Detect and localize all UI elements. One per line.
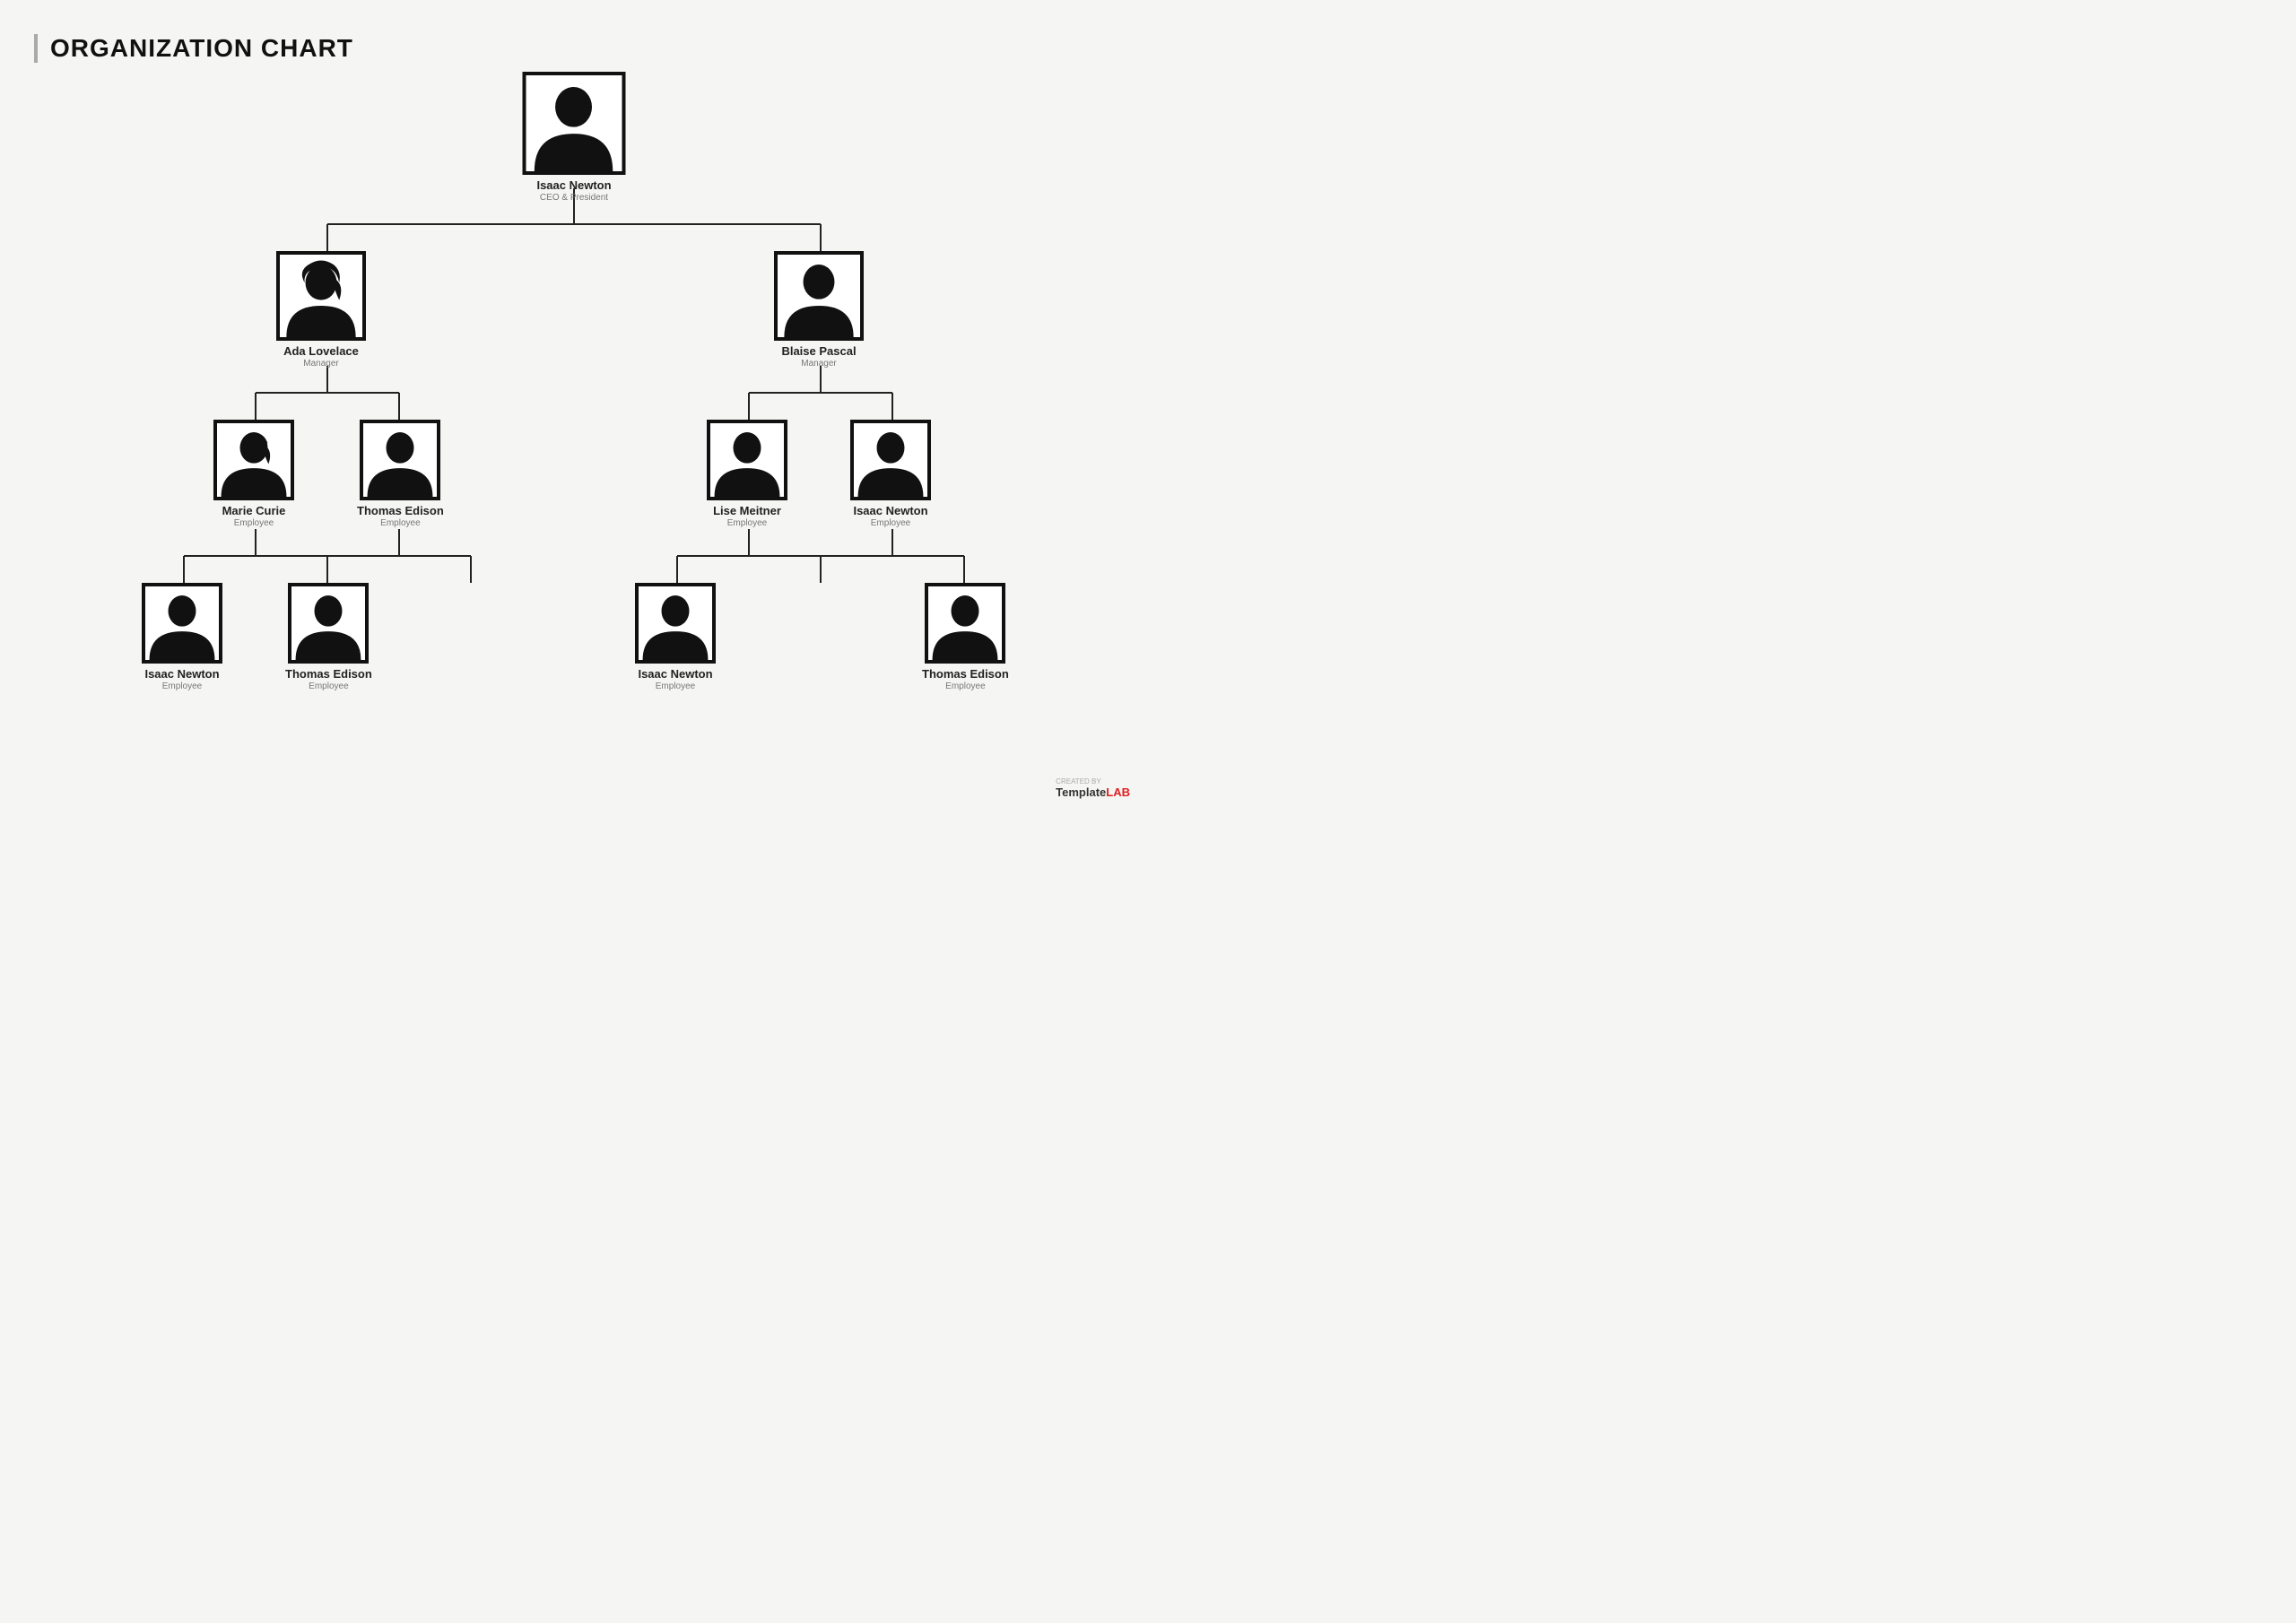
- emp3-name: Lise Meitner: [713, 504, 781, 518]
- emp8-node: Thomas Edison Employee: [922, 583, 1009, 691]
- watermark: CREATED BY TemplateLAB: [1056, 777, 1130, 799]
- emp4-silhouette: [854, 423, 927, 497]
- manager1-silhouette: [280, 255, 362, 337]
- emp2-photo: [360, 420, 440, 500]
- manager1-node: Ada Lovelace Manager: [276, 251, 366, 369]
- emp6-photo: [288, 583, 369, 664]
- emp3-title: Employee: [727, 518, 767, 528]
- emp8-name: Thomas Edison: [922, 667, 1009, 681]
- emp1-title: Employee: [234, 518, 274, 528]
- emp2-silhouette: [363, 423, 437, 497]
- emp1-silhouette: [217, 423, 291, 497]
- emp8-photo: [925, 583, 1005, 664]
- watermark-created-label: CREATED BY: [1056, 777, 1130, 785]
- emp6-name: Thomas Edison: [285, 667, 372, 681]
- emp5-name: Isaac Newton: [144, 667, 219, 681]
- emp4-title: Employee: [871, 518, 910, 528]
- emp7-photo: [635, 583, 716, 664]
- emp3-node: Lise Meitner Employee: [707, 420, 787, 528]
- emp5-node: Isaac Newton Employee: [142, 583, 222, 691]
- manager2-name: Blaise Pascal: [781, 344, 856, 359]
- emp2-node: Thomas Edison Employee: [357, 420, 444, 528]
- emp6-silhouette: [291, 586, 365, 660]
- manager1-title: Manager: [303, 359, 338, 369]
- watermark-lab-label: LAB: [1106, 785, 1130, 799]
- emp2-title: Employee: [380, 518, 420, 528]
- ceo-node: Isaac Newton CEO & President: [523, 72, 626, 203]
- emp3-photo: [707, 420, 787, 500]
- ceo-silhouette: [526, 75, 622, 171]
- ceo-photo: [523, 72, 626, 175]
- emp8-silhouette: [928, 586, 1002, 660]
- ceo-name: Isaac Newton: [536, 178, 611, 193]
- emp7-node: Isaac Newton Employee: [635, 583, 716, 691]
- emp4-name: Isaac Newton: [853, 504, 927, 518]
- manager1-name: Ada Lovelace: [283, 344, 359, 359]
- manager2-silhouette: [778, 255, 860, 337]
- emp4-photo: [850, 420, 931, 500]
- emp1-name: Marie Curie: [222, 504, 286, 518]
- emp3-silhouette: [710, 423, 784, 497]
- emp6-title: Employee: [309, 681, 348, 691]
- emp7-silhouette: [639, 586, 712, 660]
- emp1-node: Marie Curie Employee: [213, 420, 294, 528]
- manager2-node: Blaise Pascal Manager: [774, 251, 864, 369]
- manager2-title: Manager: [801, 359, 836, 369]
- emp1-photo: [213, 420, 294, 500]
- ceo-title: CEO & President: [540, 193, 608, 203]
- emp2-name: Thomas Edison: [357, 504, 444, 518]
- emp8-title: Employee: [945, 681, 985, 691]
- emp4-node: Isaac Newton Employee: [850, 420, 931, 528]
- emp7-title: Employee: [656, 681, 695, 691]
- page-title: ORGANIZATION CHART: [34, 34, 353, 63]
- watermark-template-label: Template: [1056, 785, 1106, 799]
- emp7-name: Isaac Newton: [638, 667, 712, 681]
- manager2-photo: [774, 251, 864, 341]
- manager1-photo: [276, 251, 366, 341]
- emp5-title: Employee: [162, 681, 202, 691]
- emp5-photo: [142, 583, 222, 664]
- emp6-node: Thomas Edison Employee: [285, 583, 372, 691]
- ceo-card: Isaac Newton CEO & President: [523, 72, 626, 203]
- emp5-silhouette: [145, 586, 219, 660]
